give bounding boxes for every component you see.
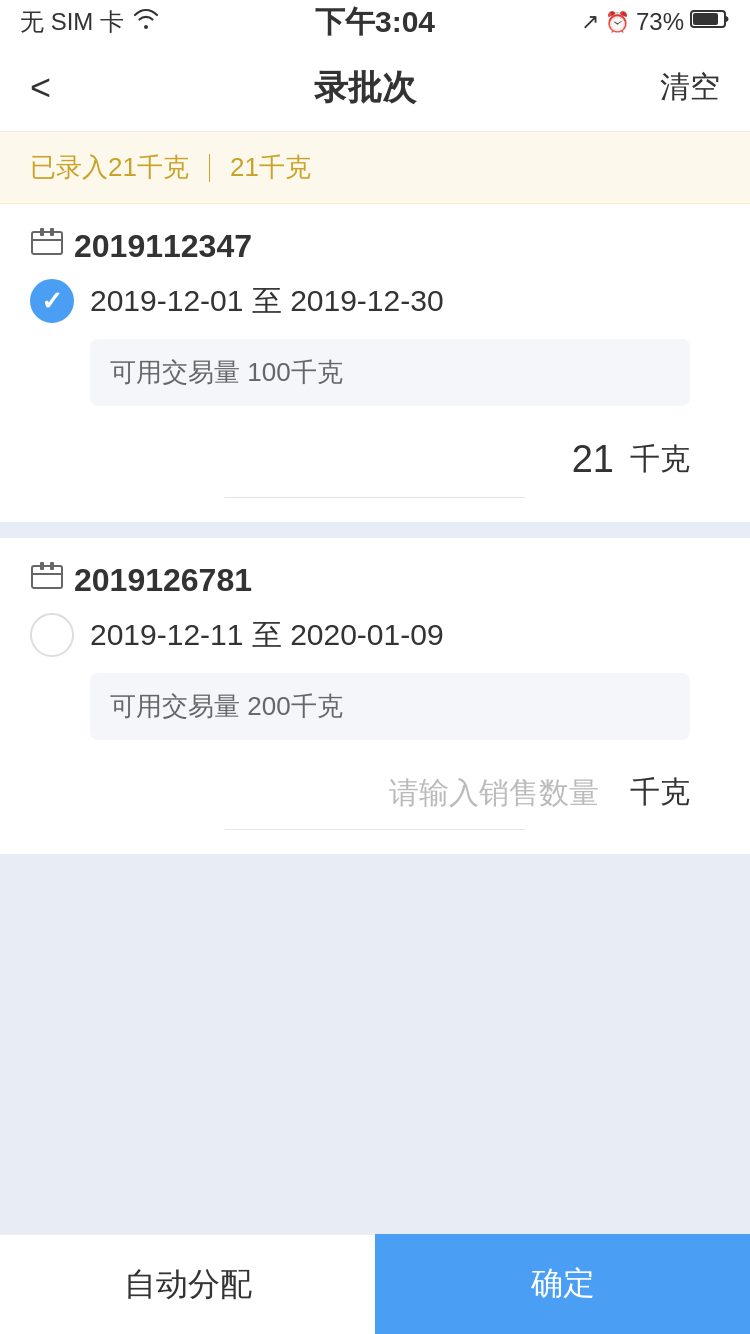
wifi-icon: [132, 8, 160, 36]
svg-rect-7: [40, 562, 44, 570]
status-time: 下午3:04: [315, 2, 435, 43]
info-banner: 已录入21千克 21千克: [0, 132, 750, 204]
svg-rect-8: [50, 562, 54, 570]
clear-button[interactable]: 清空: [640, 67, 720, 108]
svg-rect-1: [693, 13, 718, 25]
page-title: 录批次: [90, 65, 640, 111]
batch-item-1: 2019112347 2019-12-01 至 2019-12-30 可用交易量…: [0, 204, 750, 522]
svg-rect-2: [32, 232, 62, 254]
alarm-icon: ⏰: [605, 10, 630, 34]
location-icon: ↗: [581, 9, 599, 35]
auto-distribute-button[interactable]: 自动分配: [0, 1234, 375, 1334]
batch1-icon: [30, 228, 64, 265]
battery-text: 73%: [636, 8, 684, 36]
svg-rect-6: [32, 566, 62, 588]
batch1-available: 可用交易量 100千克: [90, 339, 690, 406]
svg-rect-3: [40, 228, 44, 236]
batch2-unit: 千克: [630, 772, 690, 813]
gray-area: [0, 854, 750, 1274]
batch2-id: 2019126781: [74, 562, 252, 599]
status-bar: 无 SIM 卡 下午3:04 ↗ ⏰ 73%: [0, 0, 750, 44]
batch-item-2: 2019126781 2019-12-11 至 2020-01-09 可用交易量…: [0, 538, 750, 854]
batch1-date: 2019-12-01 至 2019-12-30: [90, 281, 444, 322]
banner-divider: [209, 154, 210, 182]
recorded-label: 已录入21千克: [30, 150, 189, 185]
batch1-radio[interactable]: [30, 279, 74, 323]
batch1-quantity: 21: [554, 438, 614, 481]
batch1-date-row: 2019-12-01 至 2019-12-30: [30, 279, 720, 323]
batch2-header: 2019126781: [30, 562, 720, 599]
batch1-id: 2019112347: [74, 228, 252, 265]
bottom-bar: 自动分配 确定: [0, 1234, 750, 1334]
batch1-unit: 千克: [630, 439, 690, 480]
back-button[interactable]: <: [30, 67, 90, 109]
batch2-available: 可用交易量 200千克: [90, 673, 690, 740]
status-right: ↗ ⏰ 73%: [581, 8, 730, 36]
batch2-quantity-input[interactable]: [354, 776, 614, 810]
confirm-button[interactable]: 确定: [375, 1234, 750, 1334]
section-divider: [0, 522, 750, 538]
nav-bar: < 录批次 清空: [0, 44, 750, 132]
batch2-icon: [30, 562, 64, 599]
batch2-date-row: 2019-12-11 至 2020-01-09: [30, 613, 720, 657]
carrier-text: 无 SIM 卡: [20, 6, 124, 38]
svg-rect-4: [50, 228, 54, 236]
batch1-quantity-row: 21 千克: [30, 422, 720, 497]
batch1-header: 2019112347: [30, 228, 720, 265]
batch2-input-row: 千克: [30, 756, 720, 829]
batch2-radio[interactable]: [30, 613, 74, 657]
status-left: 无 SIM 卡: [20, 6, 160, 38]
recorded-value: 21千克: [230, 150, 311, 185]
batch2-date: 2019-12-11 至 2020-01-09: [90, 615, 444, 656]
battery-icon: [690, 8, 730, 36]
